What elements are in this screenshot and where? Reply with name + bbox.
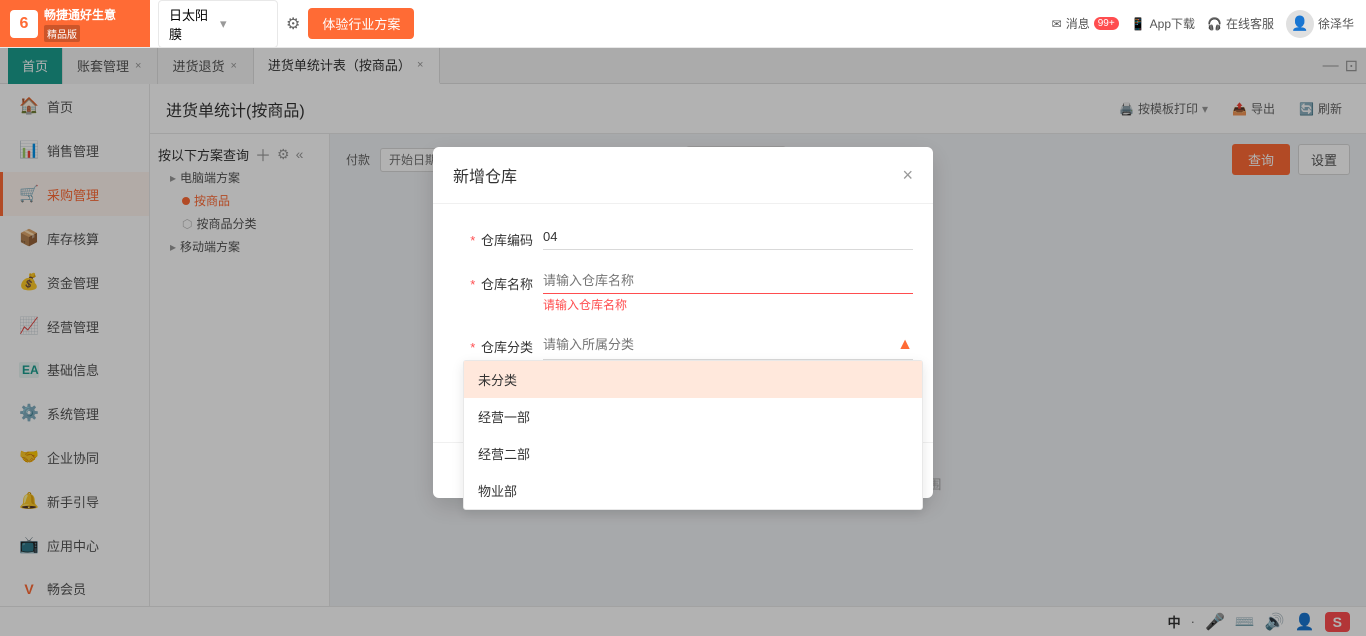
name-label-text: 仓库名称 [481,277,533,292]
modal-close-button[interactable]: × [902,166,913,184]
app-download-button[interactable]: 📱 App下载 [1131,15,1195,32]
code-field-wrap [543,224,913,250]
online-service-label: 在线客服 [1226,15,1274,32]
required-star-category: * [470,340,475,355]
chevron-down-icon: ▾ [220,16,267,32]
category-dropdown-list: 未分类 经营一部 经营二部 物业部 [463,360,923,510]
logo-badge: 精品版 [44,25,80,42]
code-label: * 仓库编码 [453,224,533,249]
header-actions: ✉ 消息 99+ 📱 App下载 🎧 在线客服 👤 徐泽华 [1052,10,1354,38]
category-field-wrap: ▲ 未分类 经营一部 经营二部 物业部 [543,331,913,360]
dropdown-option-0[interactable]: 未分类 [464,361,922,398]
dropdown-option-3[interactable]: 物业部 [464,472,922,509]
dropdown-option-1[interactable]: 经营一部 [464,398,922,435]
form-row-name: * 仓库名称 请输入仓库名称 [453,268,913,313]
category-dropdown-arrow[interactable]: ▲ [897,336,913,354]
top-header: 6 畅捷通好生意 精品版 日太阳膜 ▾ ⚙ 体验行业方案 ✉ 消息 99+ 📱 … [0,0,1366,48]
modal-overlay[interactable]: 新增仓库 × * 仓库编码 * 仓库名称 [0,48,1366,636]
message-label: 消息 [1066,15,1090,32]
category-dropdown-row: ▲ [543,331,913,360]
username-label: 徐泽华 [1318,15,1354,32]
name-label: * 仓库名称 [453,268,533,293]
category-input[interactable] [543,337,897,352]
name-field-wrap: 请输入仓库名称 [543,268,913,313]
trial-button[interactable]: 体验行业方案 [308,8,414,39]
logo-icon: 6 [10,10,38,38]
name-input[interactable] [543,268,913,294]
logo-area[interactable]: 6 畅捷通好生意 精品版 [0,0,150,47]
code-input[interactable] [543,224,913,250]
dropdown-option-2[interactable]: 经营二部 [464,435,922,472]
form-row-code: * 仓库编码 [453,224,913,250]
message-icon: ✉ [1052,17,1062,31]
modal-body: * 仓库编码 * 仓库名称 请输入仓库名称 [433,204,933,442]
form-row-category: * 仓库分类 ▲ 未分类 经营一部 经营二部 物业部 [453,331,913,360]
category-label-text: 仓库分类 [481,340,533,355]
message-button[interactable]: ✉ 消息 99+ [1052,15,1119,32]
store-name: 日太阳膜 [169,5,216,43]
online-service-button[interactable]: 🎧 在线客服 [1207,15,1274,32]
required-star-code: * [470,233,475,248]
phone-icon: 📱 [1131,17,1146,31]
code-label-text: 仓库编码 [481,233,533,248]
add-warehouse-modal: 新增仓库 × * 仓库编码 * 仓库名称 [433,147,933,498]
message-badge: 99+ [1094,17,1119,30]
logo-text-block: 畅捷通好生意 精品版 [44,6,116,42]
category-label: * 仓库分类 [453,331,533,356]
modal-header: 新增仓库 × [433,147,933,204]
avatar: 👤 [1286,10,1314,38]
user-profile[interactable]: 👤 徐泽华 [1286,10,1354,38]
name-error-msg: 请输入仓库名称 [543,296,913,313]
store-selector[interactable]: 日太阳膜 ▾ [158,0,278,48]
required-star-name: * [470,277,475,292]
gear-icon[interactable]: ⚙ [286,14,300,34]
app-download-label: App下载 [1150,15,1195,32]
logo-title: 畅捷通好生意 [44,6,116,23]
modal-title: 新增仓库 [453,163,517,187]
headset-icon: 🎧 [1207,17,1222,31]
